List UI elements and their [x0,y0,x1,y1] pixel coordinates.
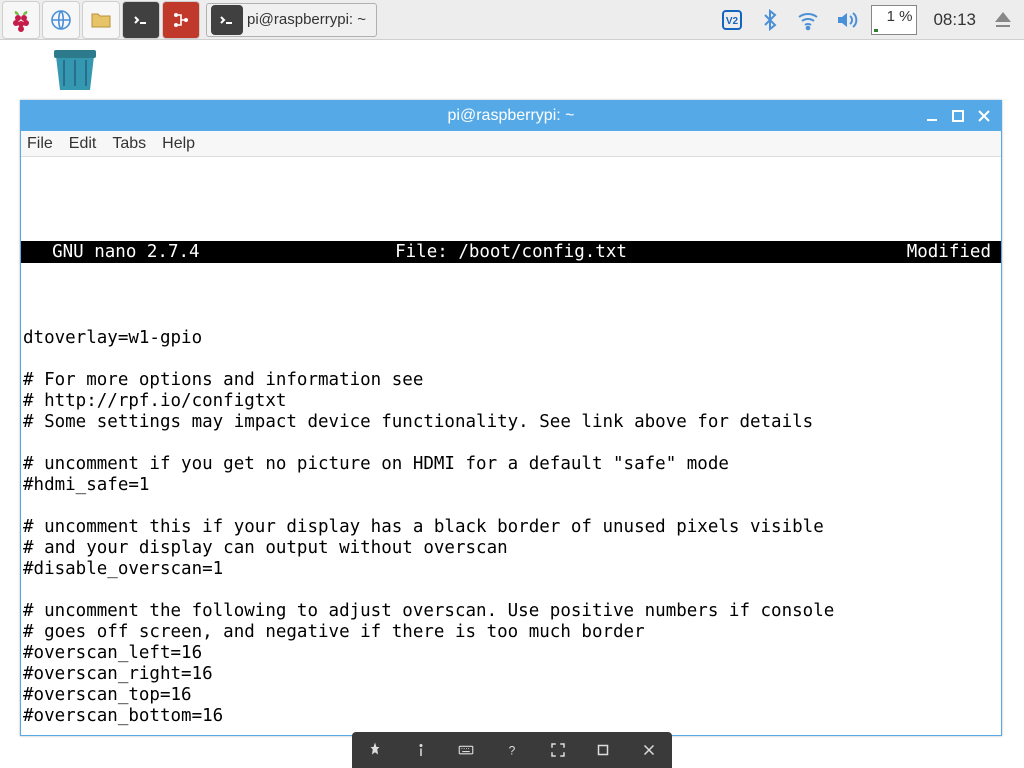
menu-tabs[interactable]: Tabs [112,135,146,153]
nano-line: dtoverlay=w1-gpio [23,328,999,349]
nano-version: GNU nano 2.7.4 [21,241,200,263]
nano-line [23,496,999,517]
taskbar-window-label: pi@raspberrypi: ~ [247,11,366,28]
maximize-button[interactable] [947,105,969,127]
wifi-icon[interactable] [789,1,827,39]
vnc-pin-icon[interactable] [357,732,393,768]
nano-body[interactable]: dtoverlay=w1-gpio # For more options and… [21,305,1001,727]
node-red-icon[interactable] [162,1,200,39]
taskbar: pi@raspberrypi: ~ V2 1 % 08:13 [0,0,1024,40]
nano-editor: GNU nano 2.7.4 File: /boot/config.txt Mo… [21,199,1001,735]
cpu-percent-label: 1 % [887,8,913,25]
menu-edit[interactable]: Edit [69,135,97,153]
trash-icon[interactable] [46,44,104,92]
menu-help[interactable]: Help [162,135,195,153]
nano-line [23,307,999,328]
nano-line: # For more options and information see [23,370,999,391]
window-menubar: File Edit Tabs Help [21,131,1001,157]
svg-text:V2: V2 [726,16,739,27]
terminal-icon [211,5,243,35]
nano-line: # and your display can output without ov… [23,538,999,559]
nano-modified-flag: Modified [907,241,1001,263]
window-title: pi@raspberrypi: ~ [448,107,575,125]
file-manager-icon[interactable] [82,1,120,39]
nano-line: # goes off screen, and negative if there… [23,622,999,643]
vnc-info-icon[interactable] [403,732,439,768]
nano-line: #overscan_right=16 [23,664,999,685]
minimize-button[interactable] [921,105,943,127]
nano-line: #overscan_left=16 [23,643,999,664]
vnc-close-icon[interactable] [631,732,667,768]
web-browser-icon[interactable] [42,1,80,39]
launcher-area: pi@raspberrypi: ~ [0,0,377,39]
nano-line [23,433,999,454]
window-controls [917,101,995,131]
nano-line [23,580,999,601]
svg-text:?: ? [509,744,516,758]
clock[interactable]: 08:13 [923,10,986,30]
terminal-window: pi@raspberrypi: ~ File Edit Tabs Help GN… [20,100,1002,736]
nano-line: #overscan_top=16 [23,685,999,706]
nano-line: # uncomment the following to adjust over… [23,601,999,622]
terminal-launcher-icon[interactable] [122,1,160,39]
nano-header: GNU nano 2.7.4 File: /boot/config.txt Mo… [21,241,1001,263]
window-titlebar[interactable]: pi@raspberrypi: ~ [21,101,1001,131]
system-tray: V2 1 % 08:13 [713,0,1020,40]
nano-filename: File: /boot/config.txt [395,241,627,263]
nano-line: # http://rpf.io/configtxt [23,391,999,412]
nano-line: # uncomment if you get no picture on HDM… [23,454,999,475]
bluetooth-icon[interactable] [751,1,789,39]
close-button[interactable] [973,105,995,127]
nano-line: # Some settings may impact device functi… [23,412,999,433]
terminal-content[interactable]: GNU nano 2.7.4 File: /boot/config.txt Mo… [21,157,1001,735]
menu-file[interactable]: File [27,135,53,153]
vnc-keyboard-icon[interactable] [448,732,484,768]
nano-line: #hdmi_safe=1 [23,475,999,496]
cpu-usage-indicator[interactable]: 1 % [871,5,917,35]
raspberry-menu-icon[interactable] [2,1,40,39]
nano-line: # uncomment this if your display has a b… [23,517,999,538]
vnc-help-icon[interactable]: ? [494,732,530,768]
nano-line: #overscan_bottom=16 [23,706,999,727]
vnc-toolbar: ? [352,732,672,768]
vnc-fullscreen-icon[interactable] [540,732,576,768]
taskbar-window-button[interactable]: pi@raspberrypi: ~ [206,3,377,37]
volume-icon[interactable] [827,1,865,39]
eject-icon[interactable] [986,1,1020,39]
vnc-tray-icon[interactable]: V2 [713,1,751,39]
nano-line [23,349,999,370]
cpu-bar-icon [874,29,878,32]
nano-line: #disable_overscan=1 [23,559,999,580]
desktop[interactable]: microdigisoft.com pi@raspberrypi: ~ File… [0,40,1024,768]
vnc-settings-icon[interactable] [585,732,621,768]
